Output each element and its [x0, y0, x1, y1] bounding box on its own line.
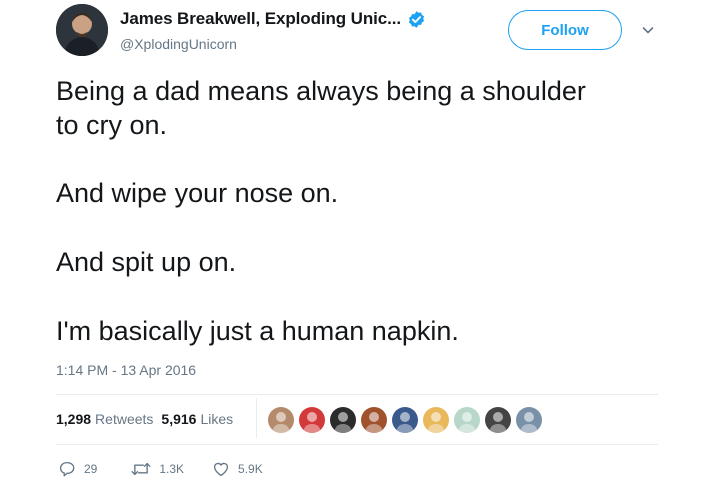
- profile-photo-icon: [56, 4, 108, 56]
- like-button[interactable]: 5.9K: [212, 460, 263, 478]
- likes-label: Likes: [200, 411, 234, 427]
- liker-avatar[interactable]: [299, 407, 325, 433]
- likes-stat[interactable]: 5,916 Likes: [161, 411, 233, 427]
- author-name-row: James Breakwell, Exploding Unic...: [120, 8, 426, 30]
- reply-button[interactable]: 29: [58, 460, 97, 478]
- retweets-label: Retweets: [95, 411, 154, 427]
- likes-count: 5,916: [161, 411, 197, 427]
- divider: [56, 444, 658, 445]
- tweet-timestamp[interactable]: 1:14 PM - 13 Apr 2016: [56, 362, 196, 378]
- liker-photo-icon: [272, 412, 290, 433]
- retweets-stat[interactable]: 1,298 Retweets: [56, 411, 153, 427]
- chevron-down-icon[interactable]: [640, 22, 656, 38]
- author-avatar[interactable]: [56, 4, 108, 56]
- liker-avatar[interactable]: [330, 407, 356, 433]
- retweets-count: 1,298: [56, 411, 92, 427]
- divider: [56, 394, 658, 395]
- liker-photo-icon: [365, 412, 383, 433]
- stats-separator: [256, 398, 257, 438]
- tweet-text-line: And spit up on.: [56, 247, 237, 277]
- liker-photo-icon: [303, 412, 321, 433]
- liker-avatar[interactable]: [485, 407, 511, 433]
- liker-avatar[interactable]: [516, 407, 542, 433]
- tweet-card: James Breakwell, Exploding Unic... @Xplo…: [0, 0, 720, 480]
- retweet-icon: [131, 462, 151, 476]
- liker-avatar[interactable]: [392, 407, 418, 433]
- liker-avatar[interactable]: [423, 407, 449, 433]
- author-display-name[interactable]: James Breakwell, Exploding Unic...: [120, 9, 401, 29]
- tweet-text-line: And wipe your nose on.: [56, 178, 339, 208]
- liker-photo-icon: [427, 412, 445, 433]
- tweet-text-line: I'm basically just a human napkin.: [56, 316, 459, 346]
- liker-photo-icon: [334, 412, 352, 433]
- follow-button[interactable]: Follow: [508, 10, 622, 50]
- verified-badge-icon: [408, 10, 425, 28]
- liker-avatar[interactable]: [268, 407, 294, 433]
- author-handle[interactable]: @XplodingUnicorn: [120, 36, 237, 52]
- reply-count: 29: [84, 462, 98, 476]
- liker-avatar[interactable]: [454, 407, 480, 433]
- liker-photo-icon: [396, 412, 414, 433]
- tweet-text-line: to cry on.: [56, 110, 168, 140]
- retweet-count: 1.3K: [159, 462, 185, 476]
- retweet-button[interactable]: 1.3K: [131, 460, 184, 478]
- liker-photo-icon: [520, 412, 538, 433]
- like-count: 5.9K: [238, 462, 263, 476]
- liker-photo-icon: [458, 412, 476, 433]
- heart-icon: [213, 462, 229, 477]
- liker-avatars: [268, 406, 547, 434]
- liker-photo-icon: [489, 412, 507, 433]
- tweet-text-line: Being a dad means always being a shoulde…: [56, 76, 586, 106]
- engagement-stats: 1,298 Retweets 5,916 Likes: [56, 404, 233, 434]
- liker-avatar[interactable]: [361, 407, 387, 433]
- tweet-actions: 29 1.3K 5.9K: [56, 458, 263, 480]
- reply-icon: [59, 461, 75, 477]
